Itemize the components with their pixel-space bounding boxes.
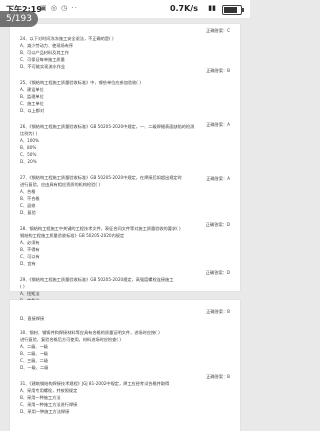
notification-icons: ▣ ◎ ◷ ·· (40, 4, 78, 12)
question-text-line: D、不可能实现流水作业 (20, 64, 66, 69)
question-text-line: A、二级、一级 (20, 344, 48, 349)
question-text-line: D、宜有 (20, 261, 36, 266)
correct-answer-label: 正确答案：B (206, 68, 230, 73)
question-text-line: C、返修 (20, 203, 36, 208)
question-text-line: D、直接焊接 (20, 316, 45, 321)
question-text-line: 比例为( ) (20, 131, 38, 136)
question-text-line: B、80% (20, 145, 37, 150)
question-text-line: ( ) (20, 284, 25, 289)
question-text-line: D、以上都对 (20, 108, 45, 113)
document-page-2[interactable]: D、直接焊接 30、钢材、钢铸件和焊接材料等应具有合格的质量证明文件，进场时应按(… (10, 300, 240, 431)
question-text-line: 26、《钢结构工程施工质量验收标准》GB 50205-2020中规定，一、二级焊… (20, 124, 195, 129)
question-text-line: C、可保证每单施工质量 (20, 57, 65, 62)
question-text-line: D、20% (20, 159, 37, 164)
question-text-line: A、扭矩法 (20, 291, 40, 296)
question-text-line: A、采用专用螺栓，并按照规定 (20, 388, 78, 393)
question-text-line: C、50% (20, 152, 37, 157)
question-text-line: B、监理单位 (20, 94, 44, 99)
question-text-line: D、一级、二级 (20, 365, 49, 370)
correct-answer-label: 正确答案：D (205, 270, 230, 275)
question-text-line: B、不得有 (20, 247, 40, 252)
question-text-line: A、合格 (20, 189, 36, 194)
question-text-line: B、二级、一级 (20, 351, 48, 356)
question-text-line: A、100% (20, 138, 40, 143)
correct-answer-label: 正确答案：A (206, 176, 230, 181)
page-indicator: 5/193 (0, 11, 38, 27)
question-text-line: 29、《钢结构工程施工质量验收标准》GB 50205-2020规定，高强度螺栓连… (20, 277, 174, 282)
document-page-1[interactable]: 24、以下对时间冻冻施工安全说法，不正确的是( ) A、减少劳动力、使现场有序 B、… (10, 24, 240, 317)
question-text-line: C、施工单位 (20, 101, 44, 106)
battery-icon (222, 5, 244, 15)
correct-answer-label: 正确答案：D (205, 222, 230, 227)
correct-answer-label: 正确答案：B (206, 309, 230, 314)
question-text-line: B、不合格 (20, 196, 40, 201)
question-text-line: 25、《钢结构工程施工质量验收标准》中，哪些单位应参加验收( ) (20, 80, 141, 85)
question-text-line: C、三级、二级 (20, 358, 49, 363)
question-text-line: 28、钢结构工程施工中关键的工程技术文件，表征合同文件等对施工质量验收的要求( … (20, 226, 181, 231)
question-text-line: 24、以下对时间冻冻施工安全说法，不正确的是( ) (20, 36, 114, 41)
question-text-line: 进行复验，复验合格后方可使用，材料进场时应检查( ) (20, 337, 121, 342)
correct-answer-label: 正确答案：B (206, 374, 230, 379)
question-text-line: D、复验 (20, 210, 36, 215)
question-text-line: C、可以有 (20, 254, 40, 259)
question-text-line: 进行复验，应由具有相应资质的机构检验( ) (20, 182, 100, 187)
correct-answer-label: 正确答案：A (206, 122, 230, 127)
network-speed: 0.7K/s (169, 4, 198, 13)
question-text-line: 钢结构工程施工质量验收标准》GB 50205-2020内规定 (20, 233, 125, 238)
question-text-line: B、可以产品材料及其工作 (20, 50, 69, 55)
question-text-line: A、必须有 (20, 240, 40, 245)
question-text-line: A、减少劳动力、使现场有序 (20, 43, 74, 48)
question-text-line: B、采用一种施工方法 (20, 395, 61, 400)
question-text-line: 27、《钢结构工程施工质量验收标准》GB 50205-2020中规定，在焊接后如… (20, 175, 182, 180)
question-text-line: D、采用一种施工方法焊接 (20, 409, 70, 414)
question-text-line: 30、钢材、钢铸件和焊接材料等应具有合格的质量证明文件，进场时应按( ) (20, 330, 160, 335)
question-text-line: A、建设单位 (20, 87, 44, 92)
question-text-line: C、采用一种施工方法进行焊接 (20, 402, 78, 407)
question-text-line: 31、《建筑钢结构焊接技术规程》JGJ 81-2002中规定，焊工应经考试合格并… (20, 381, 170, 386)
signal-icon: ▮▮ (208, 4, 216, 12)
correct-answer-label: 正确答案：C (206, 28, 230, 33)
